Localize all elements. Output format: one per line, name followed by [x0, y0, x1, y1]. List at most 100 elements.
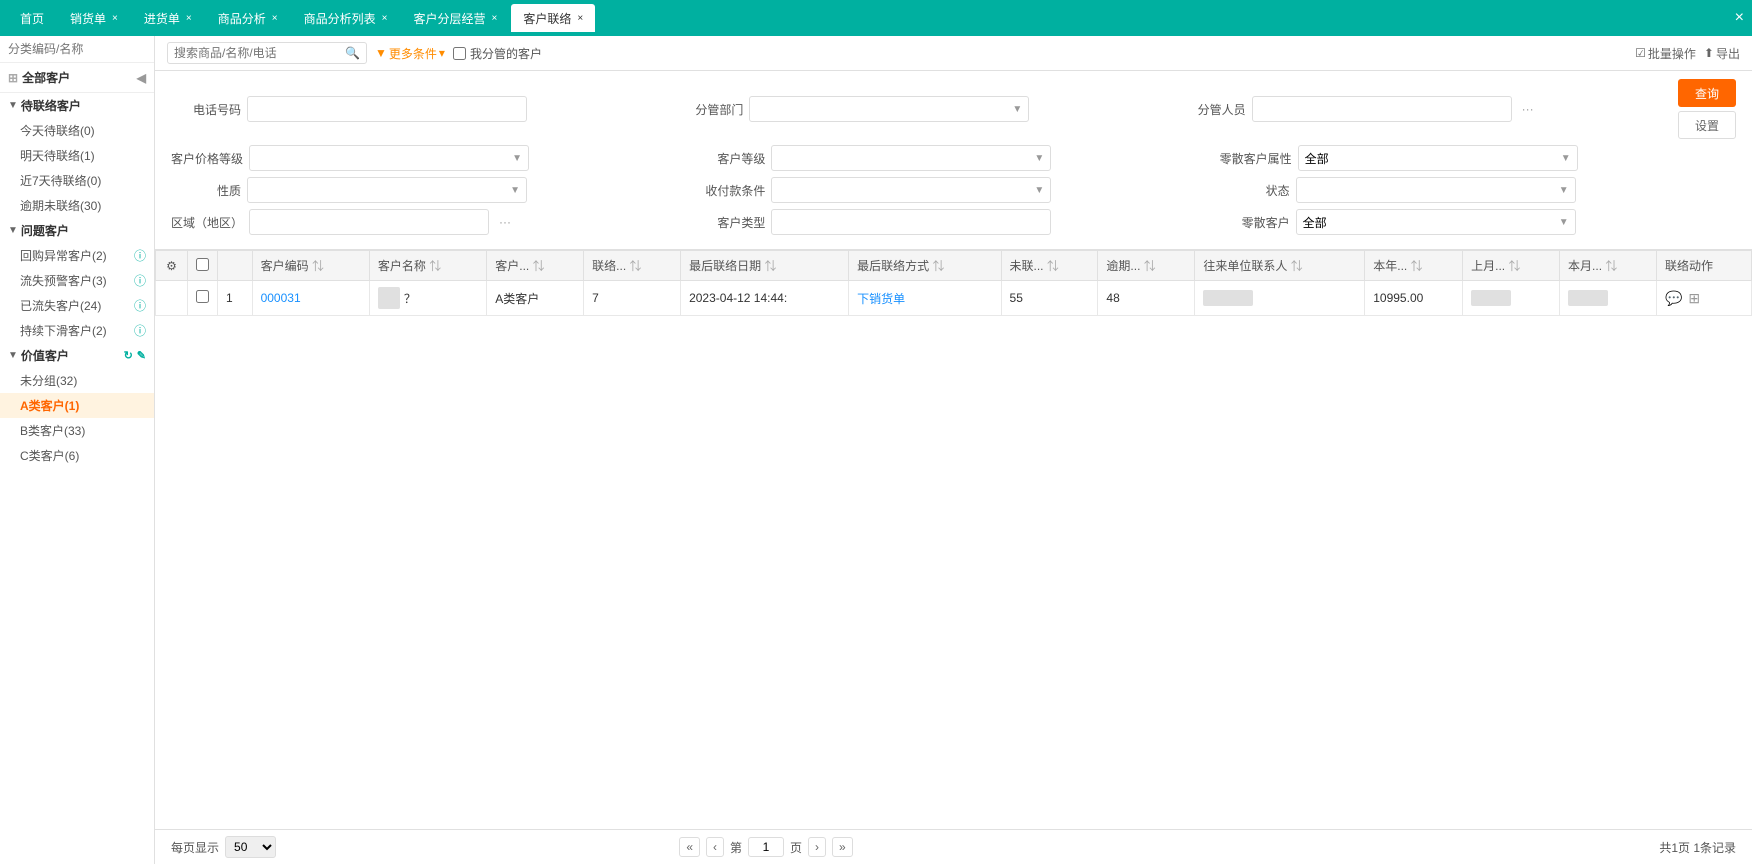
price-level-select[interactable]: ▼ [249, 145, 529, 171]
churn-warning-info-icon[interactable]: ⓘ [134, 272, 146, 289]
nature-select[interactable]: ▼ [247, 177, 527, 203]
th-current-year[interactable]: 本年... ⇅ [1365, 251, 1463, 281]
manager-input[interactable] [1252, 96, 1512, 122]
product-analysis-tab-close[interactable]: × [272, 13, 278, 24]
th-overdue[interactable]: 逾期... ⇅ [1098, 251, 1195, 281]
sidebar-item-declining[interactable]: 持续下滑客户(2) ⓘ [0, 318, 154, 343]
region-input[interactable] [249, 209, 489, 235]
first-page-btn[interactable]: « [679, 837, 700, 857]
th-current-month[interactable]: 本月... ⇅ [1560, 251, 1657, 281]
chat-action-icon[interactable]: 💬 [1665, 290, 1682, 307]
th-contact-count[interactable]: 联络... ⇅ [584, 251, 681, 281]
row-select-checkbox[interactable] [196, 290, 209, 303]
repurchase-info-icon[interactable]: ⓘ [134, 247, 146, 264]
filter-search-input[interactable] [174, 46, 341, 60]
nav-tab-product-list[interactable]: 商品分析列表 × [292, 4, 400, 32]
export-btn[interactable]: ⬆ 导出 [1704, 45, 1740, 62]
last-method-sort-icon[interactable]: ⇅ [932, 259, 944, 273]
grid-action-icon[interactable]: ⊞ [1688, 290, 1700, 307]
nav-tab-customer-contact[interactable]: 客户联络 × [511, 4, 595, 32]
query-button[interactable]: 查询 [1678, 79, 1736, 107]
row-checkbox[interactable] [188, 281, 218, 316]
sidebar-item-b-class[interactable]: B类客户(33) [0, 418, 154, 443]
customer-contact-tab-close[interactable]: × [577, 13, 583, 24]
department-select[interactable]: ▼ [749, 96, 1029, 122]
my-customers-checkbox[interactable] [453, 47, 466, 60]
uncontact-sort-icon[interactable]: ⇅ [1047, 259, 1059, 273]
payment-select[interactable]: ▼ [771, 177, 1051, 203]
th-contact-person[interactable]: 往来单位联系人 ⇅ [1195, 251, 1365, 281]
sales-tab-close[interactable]: × [112, 13, 118, 24]
next-page-btn[interactable]: › [808, 837, 826, 857]
th-last-month[interactable]: 上月... ⇅ [1463, 251, 1560, 281]
value-refresh-icon[interactable]: ↻ [124, 349, 133, 362]
scattered-attr-select[interactable]: 全部 ▼ [1298, 145, 1578, 171]
th-level[interactable]: 客户... ⇅ [487, 251, 584, 281]
customer-level-select[interactable]: ▼ [771, 145, 1051, 171]
manager-more-btn[interactable]: ··· [1518, 102, 1538, 116]
sidebar-item-week-contact[interactable]: 近7天待联络(0) [0, 168, 154, 193]
last-contact-method-link[interactable]: 下销货单 [857, 292, 905, 306]
nav-tab-home[interactable]: 首页 [8, 4, 56, 32]
prev-page-btn[interactable]: ‹ [706, 837, 724, 857]
my-customers-filter[interactable]: 我分管的客户 [453, 45, 542, 62]
current-year-sort-icon[interactable]: ⇅ [1411, 259, 1423, 273]
contact-count-sort-icon[interactable]: ⇅ [630, 259, 642, 273]
sidebar-collapse-icon[interactable]: ◀ [137, 71, 146, 85]
th-uncontact[interactable]: 未联... ⇅ [1001, 251, 1098, 281]
sidebar-item-no-group[interactable]: 未分组(32) [0, 368, 154, 393]
declining-info-icon[interactable]: ⓘ [134, 322, 146, 339]
customer-type-input[interactable] [771, 209, 1051, 235]
status-select[interactable]: ▼ [1296, 177, 1576, 203]
current-month-sort-icon[interactable]: ⇅ [1605, 259, 1617, 273]
scattered-select[interactable]: 全部 ▼ [1296, 209, 1576, 235]
value-edit-icon[interactable]: ✎ [137, 349, 146, 362]
region-more-btn[interactable]: ··· [495, 215, 515, 229]
th-gear[interactable]: ⚙ [156, 251, 188, 281]
sidebar-item-overdue-contact[interactable]: 逾期未联络(30) [0, 193, 154, 218]
th-code[interactable]: 客户编码 ⇅ [252, 251, 369, 281]
churned-info-icon[interactable]: ⓘ [134, 297, 146, 314]
nav-tab-sales[interactable]: 销货单 × [58, 4, 130, 32]
settings-button[interactable]: 设置 [1678, 111, 1736, 139]
sidebar-item-churned[interactable]: 已流失客户(24) ⓘ [0, 293, 154, 318]
last-month-sort-icon[interactable]: ⇅ [1509, 259, 1521, 273]
sidebar-search-input[interactable] [8, 42, 155, 56]
select-all-checkbox[interactable] [196, 258, 209, 271]
per-page-select[interactable]: 50 100 200 [225, 836, 276, 858]
purchase-tab-close[interactable]: × [186, 13, 192, 24]
name-sort-icon[interactable]: ⇅ [429, 259, 441, 273]
th-last-contact-method[interactable]: 最后联络方式 ⇅ [849, 251, 1001, 281]
close-all-tabs[interactable]: × [1735, 9, 1744, 27]
customer-tier-tab-close[interactable]: × [491, 13, 497, 24]
filter-search-icon[interactable]: 🔍 [345, 46, 360, 60]
level-sort-icon[interactable]: ⇅ [533, 259, 545, 273]
sidebar-item-repurchase[interactable]: 回购异常客户(2) ⓘ [0, 243, 154, 268]
row-code[interactable]: 000031 [252, 281, 369, 316]
section-title-value[interactable]: ▼ 价值客户 ↻ ✎ [0, 343, 154, 368]
nav-tab-purchase[interactable]: 进货单 × [132, 4, 204, 32]
contact-person-sort-icon[interactable]: ⇅ [1291, 259, 1303, 273]
row-last-contact-method[interactable]: 下销货单 [849, 281, 1001, 316]
section-title-pending[interactable]: ▼ 待联络客户 [0, 93, 154, 118]
th-checkbox[interactable] [188, 251, 218, 281]
sidebar-item-a-class[interactable]: A类客户(1) [0, 393, 154, 418]
th-last-contact-date[interactable]: 最后联络日期 ⇅ [681, 251, 849, 281]
nav-tab-product-analysis[interactable]: 商品分析 × [206, 4, 290, 32]
nav-tab-customer-tier[interactable]: 客户分层经营 × [401, 4, 509, 32]
product-list-tab-close[interactable]: × [382, 13, 388, 24]
th-name[interactable]: 客户名称 ⇅ [369, 251, 486, 281]
page-input[interactable] [748, 837, 784, 857]
last-page-btn[interactable]: » [832, 837, 853, 857]
sidebar-item-today-contact[interactable]: 今天待联络(0) [0, 118, 154, 143]
sidebar-item-churn-warning[interactable]: 流失预警客户(3) ⓘ [0, 268, 154, 293]
section-title-problem[interactable]: ▼ 问题客户 [0, 218, 154, 243]
last-date-sort-icon[interactable]: ⇅ [764, 259, 776, 273]
overdue-sort-icon[interactable]: ⇅ [1144, 259, 1156, 273]
phone-input[interactable] [247, 96, 527, 122]
filter-more-conditions[interactable]: ▼ 更多条件 ▾ [375, 45, 445, 62]
sidebar-item-tomorrow-contact[interactable]: 明天待联络(1) [0, 143, 154, 168]
row-code-link[interactable]: 000031 [261, 291, 301, 305]
code-sort-icon[interactable]: ⇅ [312, 259, 324, 273]
sidebar-item-c-class[interactable]: C类客户(6) [0, 443, 154, 468]
